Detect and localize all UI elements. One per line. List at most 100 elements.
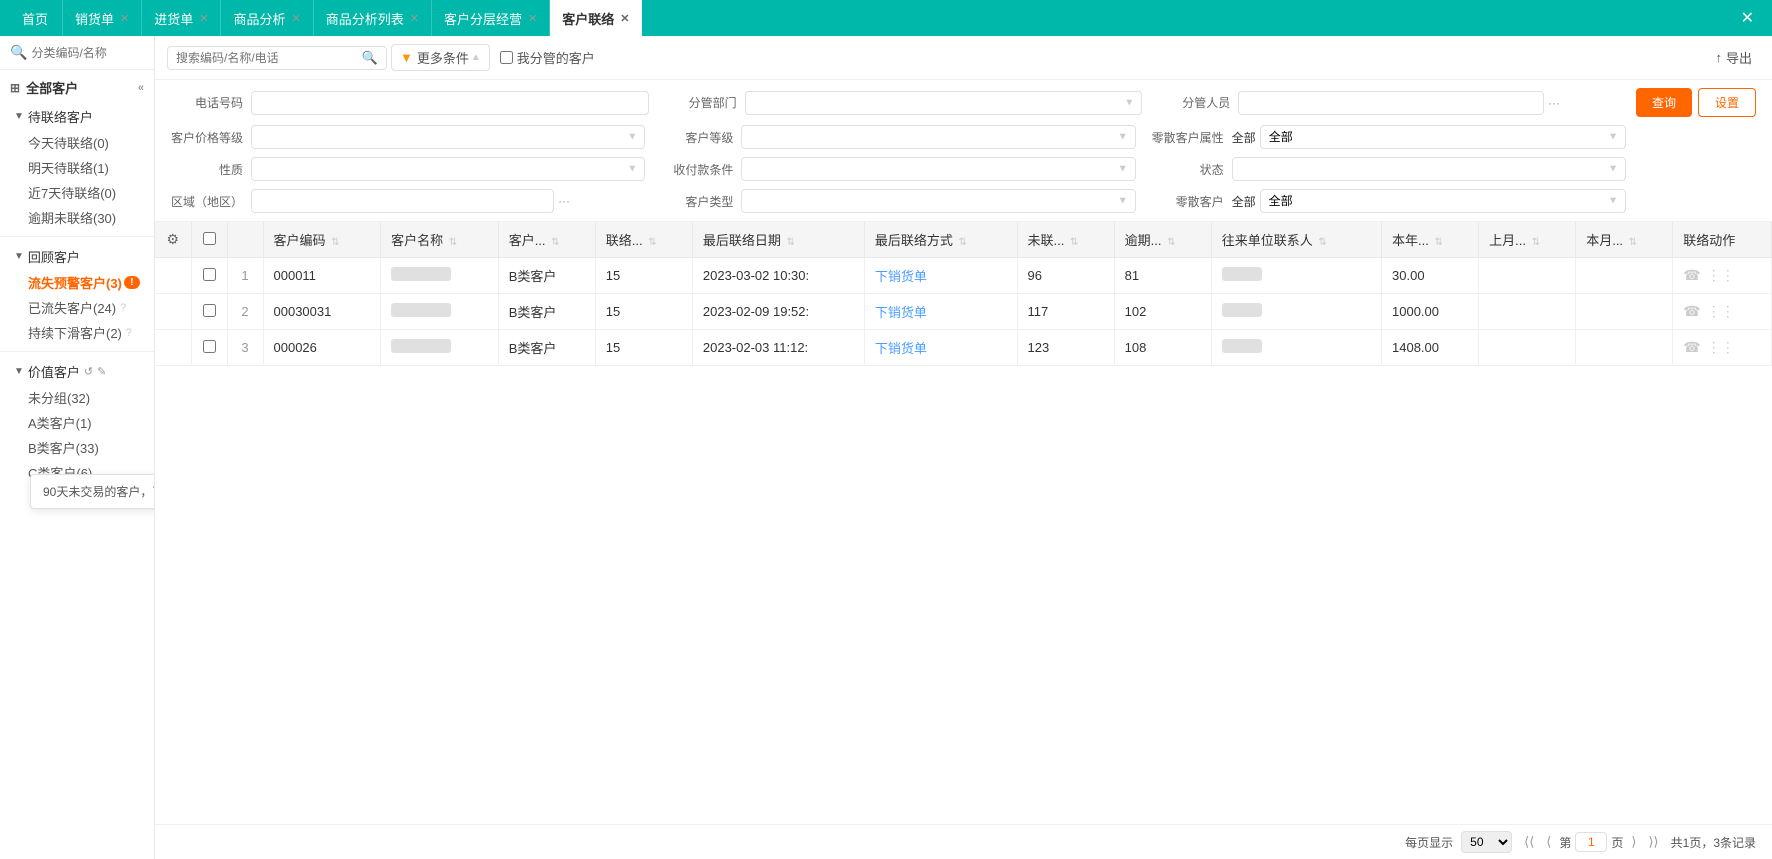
sidebar-item-7days-pending[interactable]: 近7天待联络(0) [0,180,154,205]
value-customers-header[interactable]: ▼ 价值客户 ↺ ✎ [0,358,154,385]
th-code[interactable]: 客户编码 ⇅ [263,222,381,258]
close-tab-customer-segment[interactable]: ✕ [528,12,537,25]
query-button[interactable]: 查询 [1636,88,1692,117]
lost-customers-header[interactable]: ▼ 回顾客户 [0,243,154,270]
region-more-btn[interactable]: ··· [554,194,574,208]
th-type[interactable]: 客户... ⇅ [498,222,595,258]
settings-button[interactable]: 设置 [1698,88,1756,117]
last-method-link-2[interactable]: 下销货单 [875,305,927,320]
more-action-icon-1[interactable]: ⋮⋮ [1707,267,1735,284]
toolbar-search-input[interactable] [176,51,358,65]
per-page-select[interactable]: 50 100 [1461,831,1512,853]
nav-close-button[interactable]: ✕ [1731,8,1764,28]
th-this-year[interactable]: 本年... ⇅ [1382,222,1479,258]
th-settings[interactable]: ⚙ [155,222,191,258]
last-page-button[interactable]: ⟩⟩ [1644,832,1662,852]
td-type-1: B类客户 [498,258,595,294]
more-filters-button[interactable]: ▼ 更多条件 ▲ [391,44,490,71]
th-last-method[interactable]: 最后联络方式 ⇅ [864,222,1017,258]
th-last-month[interactable]: 上月... ⇅ [1479,222,1576,258]
status-select[interactable] [1232,157,1626,181]
tab-analysis[interactable]: 商品分析 ✕ [221,0,313,36]
my-customers-checkbox[interactable] [500,51,513,64]
pending-contact-header[interactable]: ▼ 待联络客户 [0,103,154,130]
th-unit-contact[interactable]: 往来单位联系人 ⇅ [1211,222,1381,258]
close-tab-analysis-list[interactable]: ✕ [410,12,419,25]
th-last-date[interactable]: 最后联络日期 ⇅ [692,222,864,258]
sidebar-item-b-class[interactable]: B类客户(33) [0,435,154,460]
scatter-attr-select[interactable]: 全部 [1260,125,1626,149]
customer-level-select[interactable] [741,125,1135,149]
row2-checkbox[interactable] [203,304,216,317]
scatter-customer-select[interactable]: 全部 [1260,189,1626,213]
tab-sales[interactable]: 销货单 ✕ [63,0,142,36]
th-name[interactable]: 客户名称 ⇅ [381,222,499,258]
sidebar-item-already-lost[interactable]: 已流失客户(24) ? [0,295,154,320]
contact-action-icon-3[interactable]: ☎ [1683,339,1700,356]
filter-chevron: ▲ [471,52,481,63]
prev-page-button[interactable]: ⟨ [1542,832,1555,852]
phone-input[interactable] [251,91,649,115]
my-customers-checkbox-label[interactable]: 我分管的客户 [494,48,601,67]
tab-purchase[interactable]: 进货单 ✕ [142,0,221,36]
first-page-button[interactable]: ⟨⟨ [1520,832,1538,852]
td-unit-contact-1 [1211,258,1381,294]
next-page-button[interactable]: ⟩ [1627,832,1640,852]
th-not-contacted[interactable]: 未联... ⇅ [1017,222,1114,258]
toolbar-search-button[interactable]: 🔍 [362,50,378,66]
th-this-month[interactable]: 本月... ⇅ [1576,222,1673,258]
sidebar-item-overdue-not-contacted[interactable]: 逾期未联络(30) [0,205,154,230]
manager-input[interactable] [1238,91,1544,115]
close-tab-analysis[interactable]: ✕ [292,12,301,25]
th-overdue[interactable]: 逾期... ⇅ [1114,222,1211,258]
sidebar-item-tomorrow-pending[interactable]: 明天待联络(1) [0,155,154,180]
edit-icon[interactable]: ✎ [97,365,106,378]
tab-home[interactable]: 首页 [8,0,63,36]
region-input[interactable] [251,189,554,213]
all-customers-header[interactable]: ⊞ 全部客户 « [0,70,154,101]
tab-customer-segment[interactable]: 客户分层经营 ✕ [432,0,550,36]
question-icon-1: ? [120,302,126,314]
select-all-checkbox[interactable] [203,232,216,245]
tooltip-box: 90天未交易的客户，可能有流失风险。 [30,474,155,509]
close-tab-purchase[interactable]: ✕ [199,12,208,25]
last-method-link-1[interactable]: 下销货单 [875,269,927,284]
sidebar-item-churn-warning[interactable]: 流失预警客户(3) ! [0,270,154,295]
payment-select[interactable] [741,157,1135,181]
th-index [227,222,263,258]
settings-gear-icon[interactable]: ⚙ [166,231,179,247]
manager-more-btn[interactable]: ··· [1544,96,1564,110]
row3-checkbox[interactable] [203,340,216,353]
page-input[interactable] [1575,832,1607,852]
refresh-icon[interactable]: ↺ [84,365,93,378]
tab-analysis-list[interactable]: 商品分析列表 ✕ [314,0,432,36]
row1-checkbox[interactable] [203,268,216,281]
main-layout: 🔍 ⊞ 全部客户 « ▼ 待联络客户 今天待联络(0) 明天待联络(1) 近7天… [0,36,1772,859]
filter-price-level: 客户价格等级 ▼ [171,125,645,149]
last-method-link-3[interactable]: 下销货单 [875,341,927,356]
contact-action-icon-1[interactable]: ☎ [1683,267,1700,284]
th-contact[interactable]: 联络... ⇅ [595,222,692,258]
sidebar-item-ungrouped[interactable]: 未分组(32) [0,385,154,410]
nature-select[interactable] [251,157,645,181]
action-icons-1: ☎ ⋮⋮ [1683,267,1761,284]
tab-customer-contact[interactable]: 客户联络 ✕ [550,0,642,36]
action-buttons: 查询 设置 [1636,88,1756,117]
more-action-icon-2[interactable]: ⋮⋮ [1707,303,1735,320]
price-level-select[interactable] [251,125,645,149]
department-select[interactable] [745,91,1143,115]
sidebar-item-today-pending[interactable]: 今天待联络(0) [0,130,154,155]
td-not-contacted-3: 123 [1017,330,1114,366]
sidebar-item-a-class[interactable]: A类客户(1) [0,410,154,435]
close-tab-customer-contact[interactable]: ✕ [620,12,629,25]
export-button[interactable]: ↑ 导出 [1707,45,1760,70]
customer-type-select[interactable] [741,189,1135,213]
more-action-icon-3[interactable]: ⋮⋮ [1707,339,1735,356]
table-row: 3 000026 B类客户 15 2023-02-03 11:12: 下销货单 … [155,330,1772,366]
contact-action-icon-2[interactable]: ☎ [1683,303,1700,320]
this-month-sort-icon: ⇅ [1629,237,1637,248]
sidebar-item-declining[interactable]: 持续下滑客户(2) ? [0,320,154,345]
status-wrapper: ▼ [1232,157,1626,181]
close-tab-sales[interactable]: ✕ [120,12,129,25]
sidebar-search-input[interactable] [31,46,144,60]
